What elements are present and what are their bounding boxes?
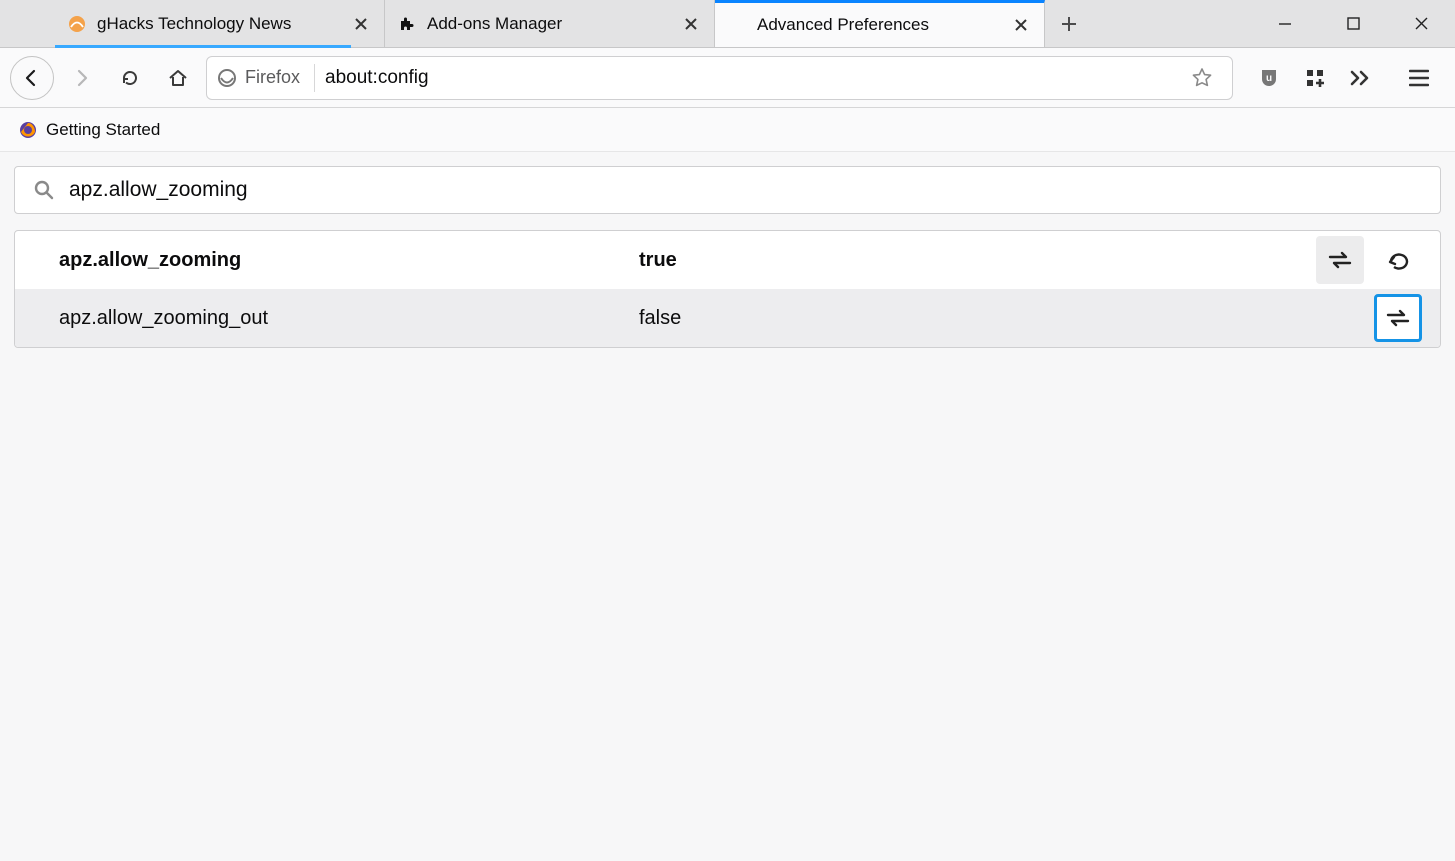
- home-button[interactable]: [158, 58, 198, 98]
- bookmark-getting-started[interactable]: Getting Started: [18, 115, 160, 145]
- identity-box[interactable]: Firefox: [217, 64, 315, 92]
- minimize-button[interactable]: [1251, 0, 1319, 48]
- tab-close-button[interactable]: [1010, 14, 1032, 36]
- search-icon: [33, 179, 55, 201]
- maximize-button[interactable]: [1319, 0, 1387, 48]
- close-window-button[interactable]: [1387, 0, 1455, 48]
- back-button[interactable]: [10, 56, 54, 100]
- tab-label: gHacks Technology News: [97, 14, 340, 34]
- tab-advanced-prefs[interactable]: Advanced Preferences: [715, 0, 1045, 47]
- tab-addons[interactable]: Add-ons Manager: [385, 0, 715, 47]
- tab-close-button[interactable]: [350, 13, 372, 35]
- window-controls: [1251, 0, 1455, 47]
- bookmark-label: Getting Started: [46, 120, 160, 140]
- tab-spacer: [0, 0, 55, 47]
- pref-value: false: [639, 307, 1374, 330]
- tab-label: Add-ons Manager: [427, 14, 670, 34]
- bookmark-star-button[interactable]: [1182, 58, 1222, 98]
- pref-search-input[interactable]: [69, 178, 1422, 202]
- tab-ghacks[interactable]: gHacks Technology News: [55, 0, 385, 47]
- toggle-button[interactable]: [1316, 236, 1364, 284]
- overflow-chevrons-icon[interactable]: [1339, 58, 1383, 98]
- ghacks-favicon: [67, 14, 87, 34]
- tab-label: Advanced Preferences: [757, 15, 1000, 35]
- reset-button[interactable]: [1374, 236, 1422, 284]
- bookmarks-toolbar: Getting Started: [0, 108, 1455, 152]
- tab-strip: gHacks Technology News Add-ons Manager A…: [0, 0, 1455, 48]
- identity-label: Firefox: [245, 67, 300, 88]
- puzzle-icon: [397, 14, 417, 34]
- hamburger-menu-button[interactable]: [1397, 58, 1441, 98]
- toggle-arrows-icon: [1327, 250, 1353, 270]
- firefox-bookmark-icon: [18, 120, 38, 140]
- pref-row[interactable]: apz.allow_zooming_out false: [15, 289, 1440, 347]
- no-favicon: [727, 15, 747, 35]
- new-tab-button[interactable]: [1045, 0, 1093, 47]
- tab-close-button[interactable]: [680, 13, 702, 35]
- svg-text:u: u: [1266, 73, 1272, 84]
- firefox-icon: [217, 68, 237, 88]
- pref-name: apz.allow_zooming: [59, 249, 639, 272]
- addons-grid-icon[interactable]: [1293, 58, 1337, 98]
- reload-button[interactable]: [110, 58, 150, 98]
- ublock-icon[interactable]: u: [1247, 58, 1291, 98]
- pref-name: apz.allow_zooming_out: [59, 307, 639, 330]
- pref-search-box[interactable]: [14, 166, 1441, 214]
- page-content: apz.allow_zooming true apz.allow_zooming…: [0, 152, 1455, 861]
- pref-value: true: [639, 249, 1316, 272]
- url-text: about:config: [325, 67, 429, 89]
- toggle-button[interactable]: [1374, 294, 1422, 342]
- undo-icon: [1385, 250, 1411, 270]
- toggle-arrows-icon: [1385, 308, 1411, 328]
- pref-row[interactable]: apz.allow_zooming true: [15, 231, 1440, 289]
- forward-button[interactable]: [62, 58, 102, 98]
- url-bar[interactable]: Firefox about:config: [206, 56, 1233, 100]
- pref-list: apz.allow_zooming true apz.allow_zooming…: [14, 230, 1441, 348]
- nav-toolbar: Firefox about:config u: [0, 48, 1455, 108]
